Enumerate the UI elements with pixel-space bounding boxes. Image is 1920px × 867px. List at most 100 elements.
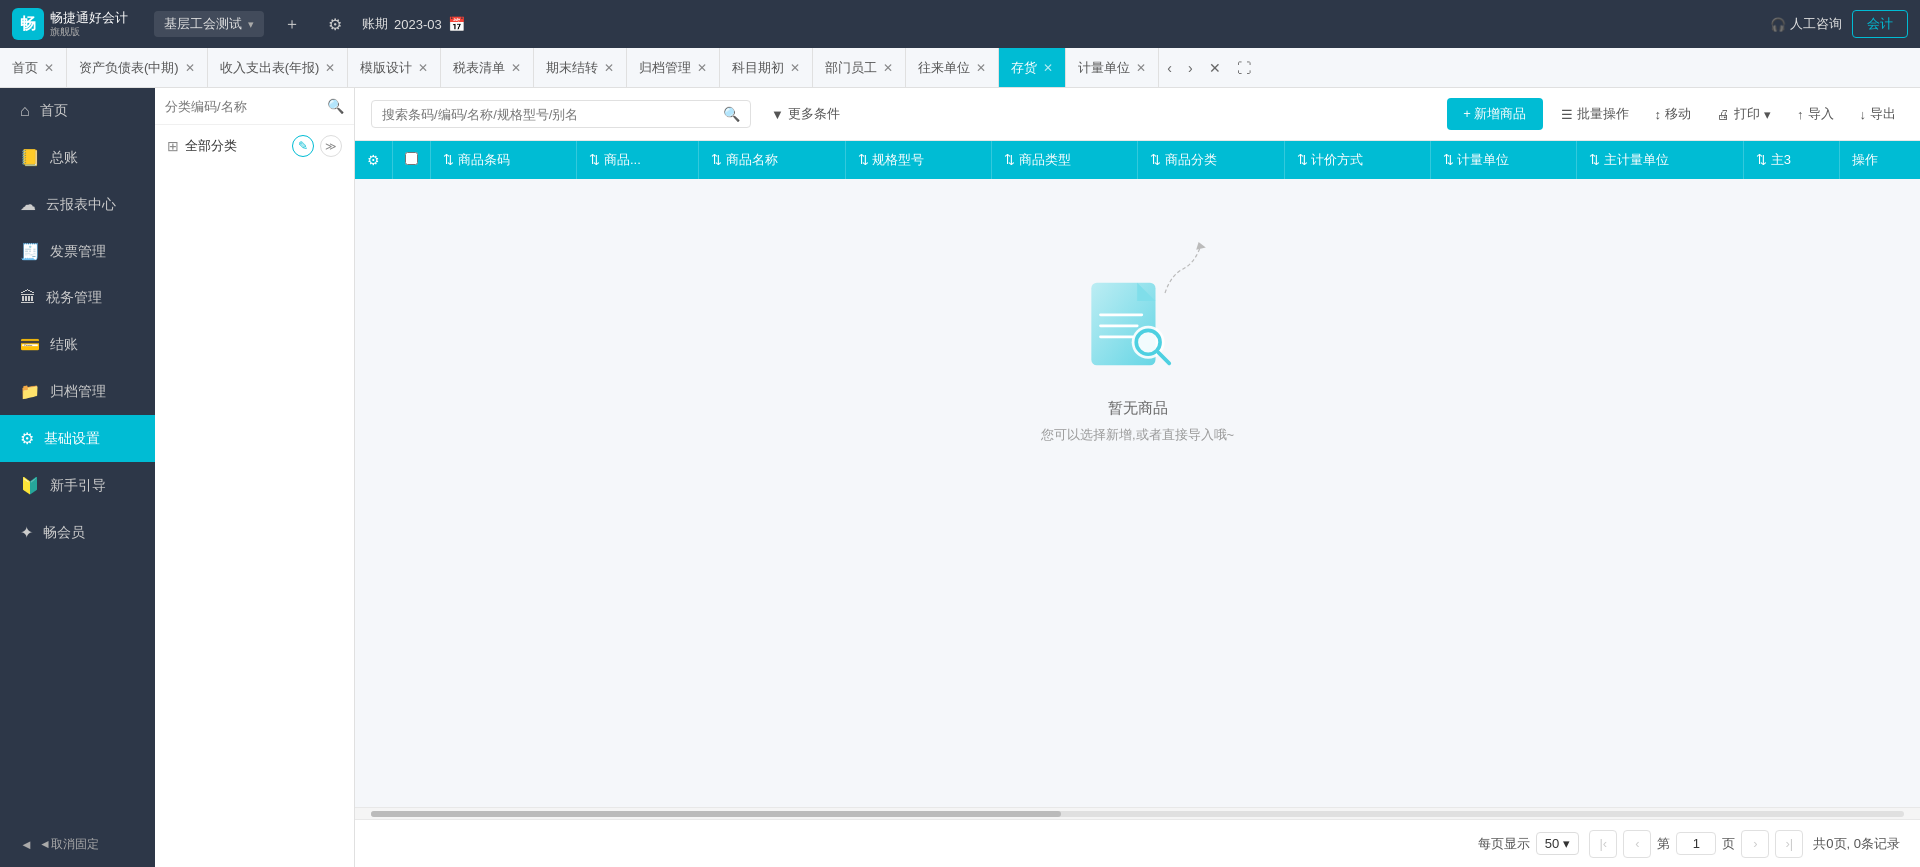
cloud-icon: ☁ xyxy=(20,195,36,214)
sidebar-label-guide: 新手引导 xyxy=(50,477,106,495)
tab-template-design[interactable]: 模版设计 ✕ xyxy=(348,48,441,88)
tab-close-home[interactable]: ✕ xyxy=(44,61,54,75)
top-bar: 畅 畅捷通好会计 旗舰版 基层工会测试 ▾ ＋ ⚙ 账期 2023-03 📅 🎧… xyxy=(0,0,1920,48)
sidebar-label-invoice: 发票管理 xyxy=(50,243,106,261)
sidebar-item-member[interactable]: ✦ 畅会员 xyxy=(0,509,155,556)
horizontal-scrollbar[interactable] xyxy=(355,807,1920,819)
th-category[interactable]: ⇅ 商品分类 xyxy=(1138,141,1284,179)
split-area: 🔍 ⊞ 全部分类 ✎ ≫ 🔍 ▼ xyxy=(155,88,1920,867)
tab-subject-init[interactable]: 科目期初 ✕ xyxy=(720,48,813,88)
tab-close-period[interactable]: ✕ xyxy=(604,61,614,75)
tab-tax-list[interactable]: 税表清单 ✕ xyxy=(441,48,534,88)
sidebar-item-invoice[interactable]: 🧾 发票管理 xyxy=(0,228,155,275)
empty-state: 暂无商品 您可以选择新增,或者直接导入哦~ xyxy=(355,179,1920,504)
category-search-icon[interactable]: 🔍 xyxy=(327,98,344,114)
sidebar-item-general-ledger[interactable]: 📒 总账 xyxy=(0,134,155,181)
sidebar-label-settlement: 结账 xyxy=(50,336,78,354)
product-search-icon[interactable]: 🔍 xyxy=(723,106,740,122)
headset-icon: 🎧 xyxy=(1770,17,1786,32)
batch-operation-button[interactable]: ☰ 批量操作 xyxy=(1553,100,1637,128)
th-settings[interactable]: ⚙ xyxy=(355,141,393,179)
tab-close-counterpart[interactable]: ✕ xyxy=(976,61,986,75)
ai-consult-button[interactable]: 🎧 人工咨询 xyxy=(1770,15,1842,33)
svg-marker-0 xyxy=(1196,242,1206,250)
logo-icon: 畅 xyxy=(12,8,44,40)
sidebar-item-basic-settings[interactable]: ⚙ 基础设置 xyxy=(0,415,155,462)
page-size-dropdown[interactable]: 50 ▾ xyxy=(1536,832,1579,855)
tab-inventory[interactable]: 存货 ✕ xyxy=(999,48,1066,88)
category-collapse-button[interactable]: ≫ xyxy=(320,135,342,157)
tab-close-balance[interactable]: ✕ xyxy=(185,61,195,75)
select-all-checkbox[interactable] xyxy=(405,152,418,165)
add-tab-button[interactable]: ＋ xyxy=(276,10,308,39)
sidebar-item-archive[interactable]: 📁 归档管理 xyxy=(0,368,155,415)
th-unit[interactable]: ⇅ 计量单位 xyxy=(1430,141,1576,179)
calendar-icon[interactable]: 📅 xyxy=(448,16,465,32)
tab-close-tax[interactable]: ✕ xyxy=(511,61,521,75)
tab-prev-button[interactable]: ‹ xyxy=(1159,48,1180,88)
tab-period-transfer[interactable]: 期末结转 ✕ xyxy=(534,48,627,88)
tab-archive[interactable]: 归档管理 ✕ xyxy=(627,48,720,88)
th-type-label: ⇅ 商品类型 xyxy=(1004,151,1071,169)
tab-balance-sheet[interactable]: 资产负债表(中期) ✕ xyxy=(67,48,208,88)
sidebar-item-settlement[interactable]: 💳 结账 xyxy=(0,321,155,368)
tab-close-template[interactable]: ✕ xyxy=(418,61,428,75)
th-code[interactable]: ⇅ 商品... xyxy=(577,141,699,179)
th-main-unit[interactable]: ⇅ 主计量单位 xyxy=(1577,141,1744,179)
move-button[interactable]: ↕ 移动 xyxy=(1647,100,1700,128)
sidebar-item-guide[interactable]: 🔰 新手引导 xyxy=(0,462,155,509)
tab-next-button[interactable]: › xyxy=(1180,48,1201,88)
next-page-button[interactable]: › xyxy=(1741,830,1769,858)
th-col3[interactable]: ⇅ 主3 xyxy=(1744,141,1840,179)
export-button[interactable]: ↓ 导出 xyxy=(1852,100,1905,128)
th-checkbox[interactable] xyxy=(393,141,431,179)
sidebar-label-tax: 税务管理 xyxy=(46,289,102,307)
app-name-sub: 旗舰版 xyxy=(50,26,128,38)
sidebar-item-home[interactable]: ⌂ 首页 xyxy=(0,88,155,134)
app-name-main: 畅捷通好会计 xyxy=(50,10,128,26)
sidebar-item-tax[interactable]: 🏛 税务管理 xyxy=(0,275,155,321)
tab-counterpart[interactable]: 往来单位 ✕ xyxy=(906,48,999,88)
th-price-mode[interactable]: ⇅ 计价方式 xyxy=(1284,141,1430,179)
settings-icon[interactable]: ⚙ xyxy=(320,11,350,38)
tab-expand-button[interactable]: ⛶ xyxy=(1229,48,1259,88)
sidebar-pin-toggle[interactable]: ◄ ◄取消固定 xyxy=(0,822,155,867)
tab-close-income[interactable]: ✕ xyxy=(325,61,335,75)
print-button[interactable]: 🖨 打印 ▾ xyxy=(1709,100,1779,128)
tab-close-unit[interactable]: ✕ xyxy=(1136,61,1146,75)
category-search-input[interactable] xyxy=(165,99,321,114)
th-barcode[interactable]: ⇅ 商品条码 xyxy=(431,141,577,179)
scrollbar-thumb[interactable] xyxy=(371,811,1061,817)
category-edit-button[interactable]: ✎ xyxy=(292,135,314,157)
prev-page-button[interactable]: ‹ xyxy=(1623,830,1651,858)
first-page-button[interactable]: |‹ xyxy=(1589,830,1617,858)
product-search-input[interactable] xyxy=(382,107,717,122)
last-page-button[interactable]: ›| xyxy=(1775,830,1803,858)
category-all-header[interactable]: ⊞ 全部分类 ✎ ≫ xyxy=(155,125,354,167)
th-type[interactable]: ⇅ 商品类型 xyxy=(991,141,1137,179)
import-button[interactable]: ↑ 导入 xyxy=(1789,100,1842,128)
per-page-label: 每页显示 xyxy=(1478,835,1530,853)
tab-home[interactable]: 首页 ✕ xyxy=(0,48,67,88)
more-filter-button[interactable]: ▼ 更多条件 xyxy=(761,100,850,128)
th-barcode-label: ⇅ 商品条码 xyxy=(443,151,510,169)
tab-income-statement[interactable]: 收入支出表(年报) ✕ xyxy=(208,48,349,88)
tab-close-all-button[interactable]: ✕ xyxy=(1201,48,1229,88)
tab-close-subject[interactable]: ✕ xyxy=(790,61,800,75)
add-product-button[interactable]: + 新增商品 xyxy=(1447,98,1542,130)
th-unit-label: ⇅ 计量单位 xyxy=(1443,151,1510,169)
th-spec[interactable]: ⇅ 规格型号 xyxy=(845,141,991,179)
th-action-label: 操作 xyxy=(1852,151,1878,169)
tab-close-dept[interactable]: ✕ xyxy=(883,61,893,75)
archive-icon: 📁 xyxy=(20,382,40,401)
scrollbar-track[interactable] xyxy=(371,811,1904,817)
tab-unit[interactable]: 计量单位 ✕ xyxy=(1066,48,1159,88)
page-number-input[interactable] xyxy=(1676,832,1716,855)
workspace-selector[interactable]: 基层工会测试 ▾ xyxy=(154,11,264,37)
account-badge[interactable]: 会计 xyxy=(1852,10,1908,38)
sidebar-item-cloud-report[interactable]: ☁ 云报表中心 xyxy=(0,181,155,228)
tab-department[interactable]: 部门员工 ✕ xyxy=(813,48,906,88)
tab-close-inventory[interactable]: ✕ xyxy=(1043,61,1053,75)
tab-close-archive[interactable]: ✕ xyxy=(697,61,707,75)
th-name[interactable]: ⇅ 商品名称 xyxy=(699,141,845,179)
